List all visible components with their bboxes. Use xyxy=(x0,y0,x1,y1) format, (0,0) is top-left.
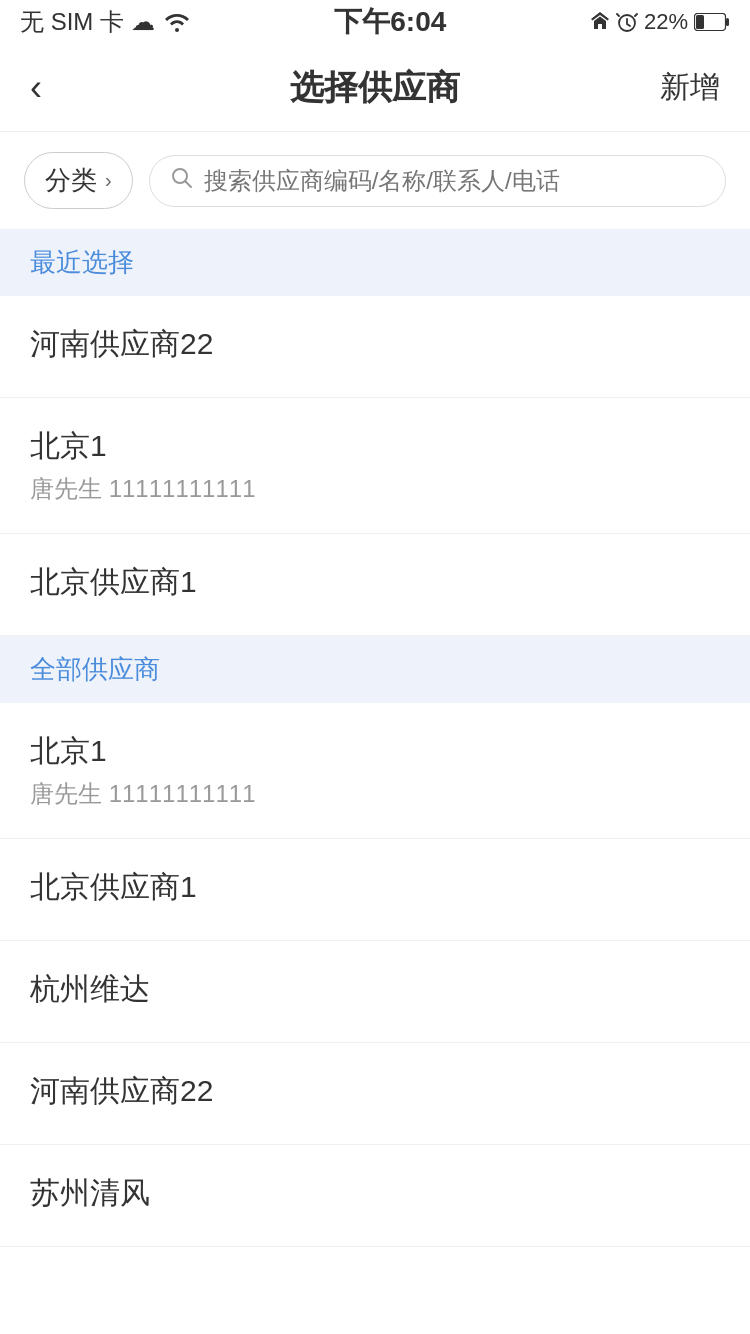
category-button[interactable]: 分类 › xyxy=(24,152,133,209)
search-input[interactable] xyxy=(204,167,705,195)
list-item[interactable]: 北京1 唐先生 11111111111 xyxy=(0,398,750,534)
back-button[interactable]: ‹ xyxy=(30,67,90,109)
no-sim-text: 无 SIM 卡 ☁ xyxy=(20,6,155,38)
status-time: 下午6:04 xyxy=(334,3,446,41)
battery-text: 22% xyxy=(644,9,688,35)
all-items-list: 北京1 唐先生 11111111111 北京供应商1 杭州维达河南供应商22 苏州清风 xyxy=(0,703,750,1247)
list-item[interactable]: 河南供应商22 xyxy=(0,1043,750,1145)
all-section-label: 全部供应商 xyxy=(30,654,160,684)
list-item[interactable]: 河南供应商22 xyxy=(0,296,750,398)
item-name: 北京供应商1 xyxy=(30,562,720,603)
nav-bar: ‹ 选择供应商 新增 xyxy=(0,44,750,132)
wifi-icon xyxy=(163,12,191,32)
list-item[interactable]: 北京供应商1 xyxy=(0,839,750,941)
item-name: 杭州维达 xyxy=(30,969,720,1010)
page-title: 选择供应商 xyxy=(290,65,460,111)
list-item[interactable]: 杭州维达 xyxy=(0,941,750,1043)
list-item[interactable]: 北京供应商1 xyxy=(0,534,750,636)
item-name: 河南供应商22 xyxy=(30,1071,720,1112)
status-right: 22% xyxy=(590,9,730,35)
item-name: 苏州清风 xyxy=(30,1173,720,1214)
category-label: 分类 xyxy=(45,163,97,198)
item-name: 北京1 xyxy=(30,731,720,772)
recent-items-list: 河南供应商22 北京1 唐先生 11111111111 北京供应商1 xyxy=(0,296,750,636)
status-bar: 无 SIM 卡 ☁ 下午6:04 22% xyxy=(0,0,750,44)
all-section-header: 全部供应商 xyxy=(0,636,750,703)
svg-rect-3 xyxy=(726,18,729,26)
status-left: 无 SIM 卡 ☁ xyxy=(20,6,191,38)
item-name: 北京1 xyxy=(30,426,720,467)
item-sub: 唐先生 11111111111 xyxy=(30,473,720,505)
item-name: 北京供应商1 xyxy=(30,867,720,908)
item-name: 河南供应商22 xyxy=(30,324,720,365)
recent-section-header: 最近选择 xyxy=(0,229,750,296)
chevron-right-icon: › xyxy=(105,169,112,192)
list-item[interactable]: 北京1 唐先生 11111111111 xyxy=(0,703,750,839)
item-sub: 唐先生 11111111111 xyxy=(30,778,720,810)
recent-section-label: 最近选择 xyxy=(30,247,134,277)
filter-bar: 分类 › xyxy=(0,132,750,229)
list-item[interactable]: 苏州清风 xyxy=(0,1145,750,1247)
add-button[interactable]: 新增 xyxy=(660,67,720,108)
search-box xyxy=(149,155,726,207)
location-icon xyxy=(590,11,610,33)
battery-icon xyxy=(694,13,730,31)
search-icon xyxy=(170,166,194,196)
svg-rect-2 xyxy=(696,15,704,29)
alarm-icon xyxy=(616,11,638,33)
